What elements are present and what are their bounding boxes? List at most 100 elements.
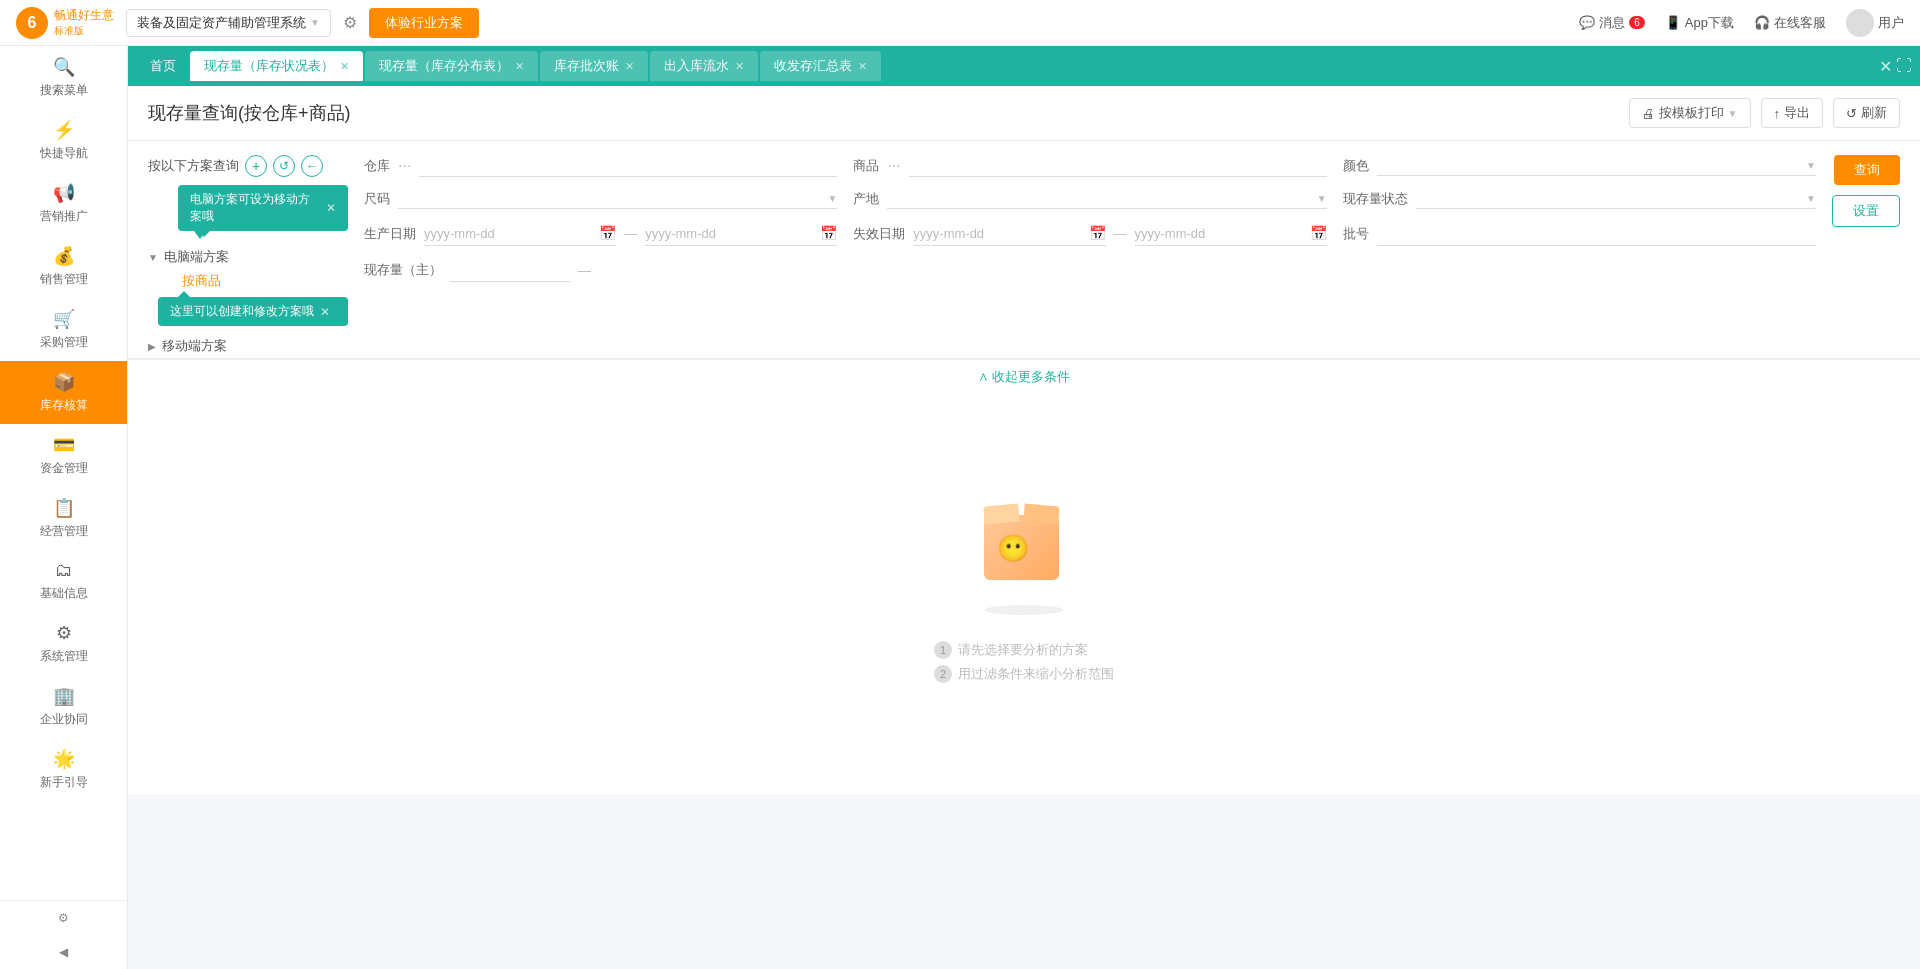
mobile-scheme-header[interactable]: ▶ 移动端方案 [148, 334, 348, 358]
settings-bottom-icon: ⚙ [58, 911, 69, 925]
main-area: 🔍 搜索菜单 ⚡ 快捷导航 📢 营销推广 💰 销售管理 🛒 采购管理 📦 [0, 46, 1920, 969]
print-btn[interactable]: 🖨 按模板打印 ▼ [1629, 98, 1751, 128]
filter-add-btn[interactable]: + [245, 155, 267, 177]
sidebar-item-enterprise[interactable]: 🏢 企业协同 [0, 675, 127, 738]
sidebar-item-finance[interactable]: 💳 资金管理 [0, 424, 127, 487]
sidebar-item-system[interactable]: ⚙ 系统管理 [0, 612, 127, 675]
size-select[interactable]: ▼ [398, 189, 837, 209]
page-title: 现存量查询(按仓库+商品) [148, 101, 351, 125]
empty-step-2: 2 用过滤条件来缩小分析范围 [934, 665, 1114, 683]
desktop-scheme: ▼ 电脑端方案 按商品 [148, 245, 348, 293]
sidebar-settings-btn[interactable]: ⚙ [0, 901, 127, 935]
filter-header: 按以下方案查询 + ↺ ← [148, 155, 348, 177]
tab-close-all-btn[interactable]: ✕ [1879, 57, 1892, 76]
tab-home[interactable]: 首页 [136, 51, 190, 81]
goods-input-area[interactable] [909, 155, 1327, 177]
tab-stock-status-close[interactable]: ✕ [340, 60, 349, 73]
expire-date-label: 失效日期 [853, 225, 905, 243]
filter-row-3: 生产日期 yyyy-mm-dd 📅 — yyyy-mm-dd 📅 [364, 221, 1816, 246]
tab-in-out-flow[interactable]: 出入库流水 ✕ [650, 51, 758, 81]
tab-in-out-flow-close[interactable]: ✕ [735, 60, 744, 73]
chevron-down-icon: ▼ [310, 17, 320, 28]
color-label: 颜色 [1343, 157, 1369, 175]
app-download-item[interactable]: 📱 App下载 [1665, 14, 1734, 32]
page-content: 现存量查询(按仓库+商品) 🖨 按模板打印 ▼ ↑ 导出 ↺ [128, 86, 1920, 969]
size-label: 尺码 [364, 190, 390, 208]
tab-fullscreen-btn[interactable]: ⛶ [1896, 57, 1912, 76]
sales-icon: 💰 [53, 245, 75, 267]
sidebar-item-inventory[interactable]: 📦 库存核算 [0, 361, 127, 424]
popover2-close[interactable]: ✕ [320, 305, 330, 319]
filter-prod-date: 生产日期 yyyy-mm-dd 📅 — yyyy-mm-dd 📅 [364, 221, 837, 246]
tab-receive-summary[interactable]: 收发存汇总表 ✕ [760, 51, 881, 81]
online-service-item[interactable]: 🎧 在线客服 [1754, 14, 1826, 32]
export-btn[interactable]: ↑ 导出 [1761, 98, 1824, 128]
sidebar-item-quick-nav[interactable]: ⚡ 快捷导航 [0, 109, 127, 172]
step-1-num: 1 [934, 641, 952, 659]
expire-date-calendar-icon[interactable]: 📅 [1089, 225, 1106, 241]
search-actions: 查询 设置 [1832, 155, 1900, 358]
search-button[interactable]: 查询 [1834, 155, 1900, 185]
settings-icon[interactable]: ⚙ [343, 13, 357, 32]
export-icon: ↑ [1774, 106, 1781, 121]
tab-stock-dist-close[interactable]: ✕ [515, 60, 524, 73]
popover2: 这里可以创建和修改方案哦 ✕ [158, 297, 348, 326]
sidebar-item-marketing[interactable]: 📢 营销推广 [0, 172, 127, 235]
filter-refresh-btn[interactable]: ↺ [273, 155, 295, 177]
sidebar-item-purchase[interactable]: 🛒 采购管理 [0, 298, 127, 361]
collapse-bar[interactable]: ∧ 收起更多条件 [128, 359, 1920, 394]
filter-fields: 仓库 ··· 商品 ··· 颜色 [364, 155, 1816, 358]
sidebar-item-guide[interactable]: 🌟 新手引导 [0, 738, 127, 801]
tab-receive-summary-close[interactable]: ✕ [858, 60, 867, 73]
refresh-btn[interactable]: ↺ 刷新 [1833, 98, 1900, 128]
tab-stock-dist[interactable]: 现存量（库存分布表） ✕ [365, 51, 538, 81]
prod-date-end[interactable]: yyyy-mm-dd 📅 [645, 221, 837, 246]
box-flap-right [1023, 504, 1059, 525]
tab-stock-status[interactable]: 现存量（库存状况表） ✕ [190, 51, 363, 81]
app-icon: 📱 [1665, 15, 1681, 30]
message-badge: 6 [1629, 16, 1645, 29]
scheme-item-goods[interactable]: 按商品 [166, 269, 348, 293]
popover1-arrow [194, 231, 206, 239]
system-name-select[interactable]: 装备及固定资产辅助管理系统 ▼ [126, 9, 331, 37]
warehouse-input-area[interactable] [419, 155, 837, 177]
popover1-close[interactable]: ✕ [326, 201, 336, 215]
step-2-num: 2 [934, 665, 952, 683]
filter-back-btn[interactable]: ← [301, 155, 323, 177]
warehouse-dots[interactable]: ··· [398, 157, 411, 175]
prod-date-calendar-icon[interactable]: 📅 [599, 225, 616, 241]
expire-date-start[interactable]: yyyy-mm-dd 📅 [913, 221, 1105, 246]
origin-chevron-icon: ▼ [1317, 193, 1327, 204]
user-item[interactable]: 用户 [1846, 9, 1904, 37]
reset-button[interactable]: 设置 [1832, 195, 1900, 227]
print-icon: 🖨 [1642, 106, 1655, 121]
stock-status-select[interactable]: ▼ [1416, 189, 1816, 209]
tab-batch-account[interactable]: 库存批次账 ✕ [540, 51, 648, 81]
stock-qty-start[interactable] [450, 258, 570, 282]
filter-warehouse: 仓库 ··· [364, 155, 837, 177]
trial-button[interactable]: 体验行业方案 [369, 8, 479, 38]
desktop-scheme-header[interactable]: ▼ 电脑端方案 [148, 245, 348, 269]
search-icon: 🔍 [53, 56, 75, 78]
page-actions: 🖨 按模板打印 ▼ ↑ 导出 ↺ 刷新 [1629, 98, 1900, 128]
sidebar-item-base-info[interactable]: 🗂 基础信息 [0, 550, 127, 612]
sidebar-item-sales[interactable]: 💰 销售管理 [0, 235, 127, 298]
sidebar-item-operations[interactable]: 📋 经营管理 [0, 487, 127, 550]
sidebar-item-search[interactable]: 🔍 搜索菜单 [0, 46, 127, 109]
page-header: 现存量查询(按仓库+商品) 🖨 按模板打印 ▼ ↑ 导出 ↺ [128, 86, 1920, 141]
message-item[interactable]: 💬 消息 6 [1579, 14, 1645, 32]
prod-date-end-calendar-icon[interactable]: 📅 [820, 225, 837, 241]
expire-date-end[interactable]: yyyy-mm-dd 📅 [1135, 221, 1327, 246]
tab-batch-account-close[interactable]: ✕ [625, 60, 634, 73]
scheme-panel: 按以下方案查询 + ↺ ← 电脑方案可设为移动方案哦 ✕ [148, 155, 348, 358]
prod-date-start[interactable]: yyyy-mm-dd 📅 [424, 221, 616, 246]
size-chevron-icon: ▼ [827, 193, 837, 204]
color-select[interactable]: ▼ [1377, 156, 1816, 176]
batch-input[interactable] [1377, 222, 1816, 246]
expire-date-end-calendar-icon[interactable]: 📅 [1310, 225, 1327, 241]
origin-select[interactable]: ▼ [887, 189, 1326, 209]
filter-section: 按以下方案查询 + ↺ ← 电脑方案可设为移动方案哦 ✕ [128, 141, 1920, 359]
goods-dots[interactable]: ··· [887, 157, 900, 175]
sidebar-collapse-btn[interactable]: ◀ [0, 935, 127, 969]
marketing-icon: 📢 [53, 182, 75, 204]
